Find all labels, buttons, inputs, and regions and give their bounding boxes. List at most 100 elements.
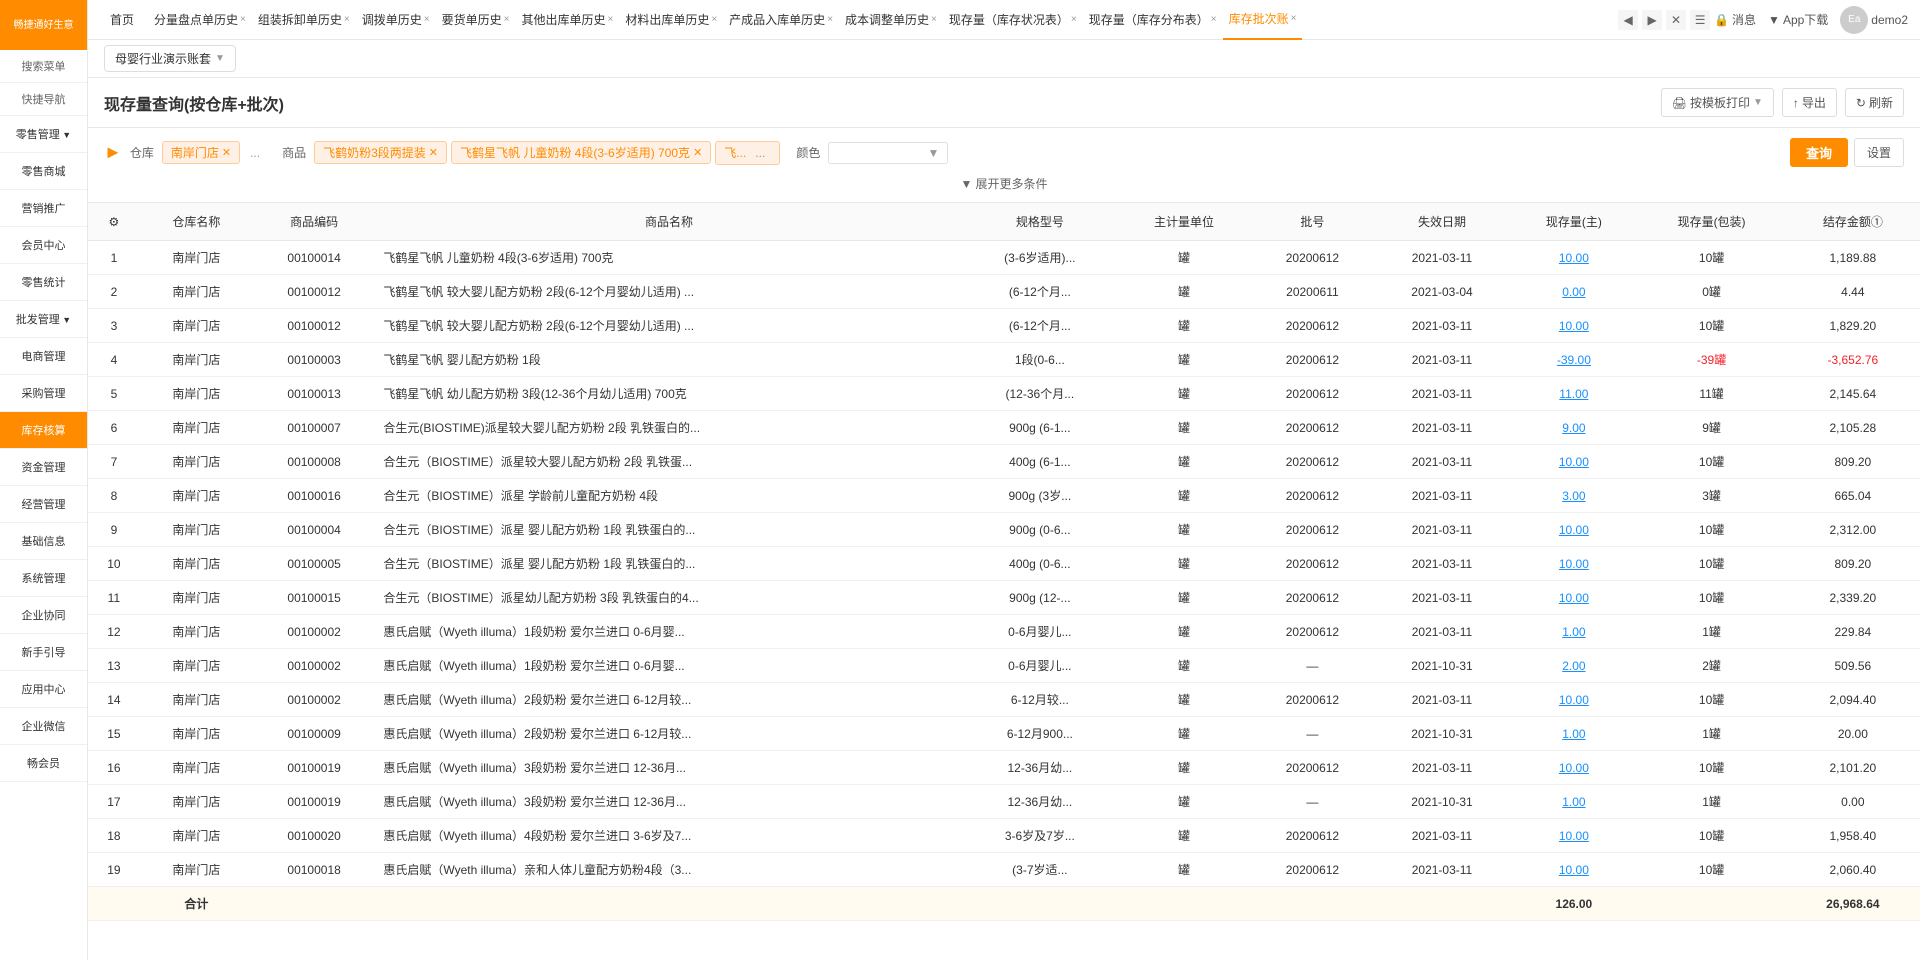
- account-dropdown[interactable]: 母婴行业演示账套 ▼: [104, 45, 236, 72]
- row-qty-main[interactable]: 10.00: [1510, 309, 1637, 343]
- row-qty-main[interactable]: 10.00: [1510, 751, 1637, 785]
- sidebar-item-marketing[interactable]: 营销推广: [0, 190, 87, 227]
- row-qty-main[interactable]: 10.00: [1510, 819, 1637, 853]
- sidebar-item-vip[interactable]: 畅会员: [0, 745, 87, 782]
- query-btn[interactable]: 查询: [1790, 138, 1848, 167]
- tab-9[interactable]: 现存量（库存分布表） ×: [1083, 0, 1223, 40]
- product-tag-2[interactable]: 飞鹤星飞帆 儿童奶粉 4段(3-6岁适用) 700克 ✕: [451, 141, 711, 164]
- sidebar-item-enterprise[interactable]: 企业协同: [0, 597, 87, 634]
- table-row: 16南岸门店00100019惠氏启赋（Wyeth illuma）3段奶粉 爱尔兰…: [88, 751, 1920, 785]
- tab-scroll-left[interactable]: ◀: [1618, 10, 1638, 30]
- sidebar-item-retail[interactable]: 零售管理 ▼: [0, 116, 87, 153]
- row-qty-main[interactable]: 11.00: [1510, 377, 1637, 411]
- tab-3[interactable]: 要货单历史 ×: [436, 0, 516, 40]
- sidebar-item-retail-shop[interactable]: 零售商城: [0, 153, 87, 190]
- tab-8[interactable]: 现存量（库存状况表） ×: [943, 0, 1083, 40]
- sidebar-item-wechat[interactable]: 企业微信: [0, 708, 87, 745]
- sidebar-item-finance[interactable]: 资金管理: [0, 449, 87, 486]
- product-tag-2-close[interactable]: ✕: [693, 146, 702, 159]
- tab-10[interactable]: 库存批次账 ×: [1223, 0, 1303, 40]
- tab-close-7[interactable]: ×: [931, 14, 937, 25]
- export-btn[interactable]: ↑ 导出: [1782, 88, 1837, 117]
- tab-2[interactable]: 调拨单历史 ×: [356, 0, 436, 40]
- refresh-btn[interactable]: ↻ 刷新: [1845, 88, 1904, 117]
- row-qty-pkg: 3罐: [1637, 479, 1785, 513]
- col-settings[interactable]: ⚙: [88, 203, 140, 241]
- sidebar-item-apps[interactable]: 应用中心: [0, 671, 87, 708]
- product-tag-1[interactable]: 飞鹤奶粉3段两提装 ✕: [314, 141, 447, 164]
- sidebar-item-basics[interactable]: 基础信息: [0, 523, 87, 560]
- table-row: 13南岸门店00100002惠氏启赋（Wyeth illuma）1段奶粉 爱尔兰…: [88, 649, 1920, 683]
- tab-close-1[interactable]: ×: [344, 14, 350, 25]
- tab-1[interactable]: 组装拆卸单历史 ×: [252, 0, 356, 40]
- sidebar-item-operations[interactable]: 经营管理: [0, 486, 87, 523]
- sidebar-quick-nav[interactable]: 快捷导航: [0, 83, 87, 116]
- expand-more-btn[interactable]: ▼ 展开更多条件: [961, 175, 1048, 192]
- tab-close-all[interactable]: ✕: [1666, 10, 1686, 30]
- messages-btn[interactable]: 🔒 消息: [1714, 11, 1756, 28]
- row-spec: 6-12月900...: [963, 717, 1117, 751]
- tab-close-2[interactable]: ×: [424, 14, 430, 25]
- tab-6[interactable]: 产成品入库单历史 ×: [723, 0, 839, 40]
- row-qty-main[interactable]: 10.00: [1510, 445, 1637, 479]
- tab-close-4[interactable]: ×: [607, 14, 613, 25]
- row-qty-main[interactable]: 10.00: [1510, 241, 1637, 275]
- topbar-home[interactable]: 首页: [100, 0, 144, 40]
- row-qty-main[interactable]: 1.00: [1510, 615, 1637, 649]
- row-expire: 2021-03-11: [1374, 615, 1511, 649]
- row-qty-main[interactable]: -39.00: [1510, 343, 1637, 377]
- app-download-btn[interactable]: ▼ App下载: [1768, 11, 1828, 28]
- row-unit: 罐: [1117, 717, 1251, 751]
- row-qty-main[interactable]: 10.00: [1510, 547, 1637, 581]
- row-qty-main[interactable]: 10.00: [1510, 683, 1637, 717]
- settings-icon[interactable]: ⚙: [109, 215, 120, 229]
- sidebar-item-retail-stats[interactable]: 零售统计: [0, 264, 87, 301]
- print-icon: 🖨: [1672, 96, 1687, 110]
- tab-scroll-right[interactable]: ▶: [1642, 10, 1662, 30]
- sidebar-search[interactable]: 搜索菜单: [0, 50, 87, 83]
- sidebar-item-guide[interactable]: 新手引导: [0, 634, 87, 671]
- tab-0[interactable]: 分量盘点单历史 ×: [148, 0, 252, 40]
- tab-7[interactable]: 成本调整单历史 ×: [839, 0, 943, 40]
- sidebar-item-wholesale[interactable]: 批发管理 ▼: [0, 301, 87, 338]
- row-no: 4: [88, 343, 140, 377]
- user-avatar[interactable]: Ea demo2: [1840, 6, 1908, 34]
- tab-close-5[interactable]: ×: [711, 14, 717, 25]
- tab-5[interactable]: 材料出库单历史 ×: [619, 0, 723, 40]
- sidebar-item-purchase[interactable]: 采购管理: [0, 375, 87, 412]
- tab-close-9[interactable]: ×: [1211, 14, 1217, 25]
- row-name: 飞鹤星飞帆 儿童奶粉 4段(3-6岁适用) 700克: [375, 241, 962, 275]
- filter-expand-icon[interactable]: ►: [104, 142, 122, 163]
- row-qty-main[interactable]: 10.00: [1510, 853, 1637, 887]
- sidebar-item-inventory[interactable]: 库存核算: [0, 412, 87, 449]
- settings-btn[interactable]: 设置: [1854, 138, 1904, 167]
- sidebar-item-members[interactable]: 会员中心: [0, 227, 87, 264]
- row-qty-main[interactable]: 1.00: [1510, 785, 1637, 819]
- warehouse-tag[interactable]: 南岸门店 ✕: [162, 141, 240, 164]
- row-qty-main[interactable]: 10.00: [1510, 513, 1637, 547]
- warehouse-tag-close[interactable]: ✕: [222, 146, 231, 159]
- tab-close-8[interactable]: ×: [1071, 14, 1077, 25]
- row-qty-main[interactable]: 9.00: [1510, 411, 1637, 445]
- product-tag-1-close[interactable]: ✕: [429, 146, 438, 159]
- row-warehouse: 南岸门店: [140, 853, 253, 887]
- sidebar-item-ecommerce[interactable]: 电商管理: [0, 338, 87, 375]
- tab-close-3[interactable]: ×: [504, 14, 510, 25]
- tab-more[interactable]: ☰: [1690, 10, 1710, 30]
- tab-close-10[interactable]: ×: [1291, 13, 1297, 24]
- template-print-btn[interactable]: 🖨 按模板打印 ▼: [1661, 88, 1774, 117]
- tab-close-0[interactable]: ×: [240, 14, 246, 25]
- row-code: 00100020: [253, 819, 376, 853]
- row-qty-main[interactable]: 2.00: [1510, 649, 1637, 683]
- tab-4[interactable]: 其他出库单历史 ×: [515, 0, 619, 40]
- row-qty-main[interactable]: 1.00: [1510, 717, 1637, 751]
- sidebar-item-system[interactable]: 系统管理: [0, 560, 87, 597]
- sidebar-items: 零售管理 ▼零售商城营销推广会员中心零售统计批发管理 ▼电商管理采购管理库存核算…: [0, 116, 87, 782]
- tab-close-6[interactable]: ×: [827, 14, 833, 25]
- product-tag-3[interactable]: 飞... ...: [715, 141, 780, 165]
- row-unit: 罐: [1117, 411, 1251, 445]
- color-filter-input[interactable]: ▼: [828, 142, 948, 164]
- row-qty-main[interactable]: 0.00: [1510, 275, 1637, 309]
- row-qty-main[interactable]: 10.00: [1510, 581, 1637, 615]
- row-qty-main[interactable]: 3.00: [1510, 479, 1637, 513]
